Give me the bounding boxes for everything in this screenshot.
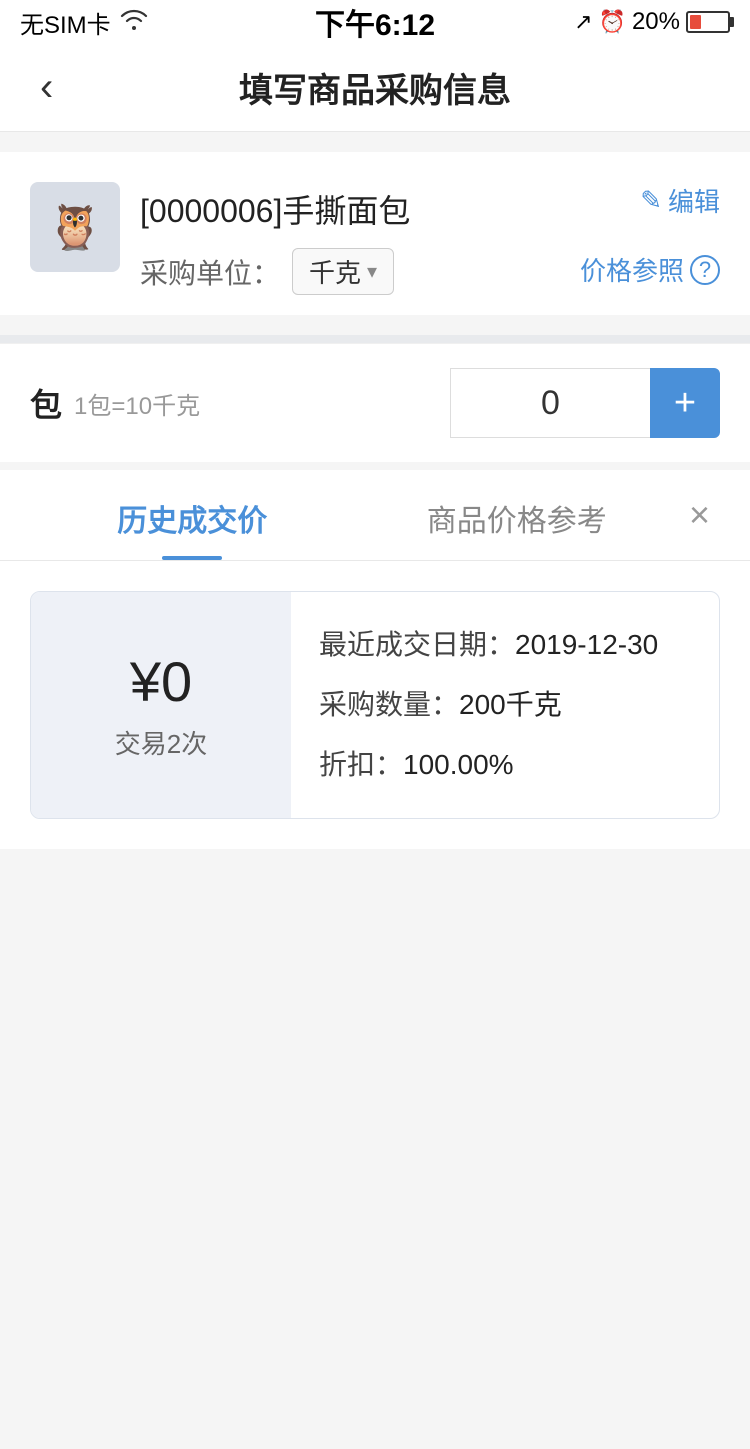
quantity-value: 0 [541, 384, 560, 423]
product-left: 🦉 [0000006]手撕面包 采购单位： 千克 ▾ [30, 182, 410, 295]
tab-history-price[interactable]: 历史成交价 [30, 470, 354, 560]
price-card-right: 最近成交日期：2019-12-30 采购数量：200千克 折扣：100.00% [291, 592, 719, 818]
purchase-qty-row: 采购数量：200千克 [319, 684, 691, 726]
purchase-qty-label: 采购数量： [319, 689, 459, 720]
quantity-label: 包 1包=10千克 [30, 380, 200, 426]
edit-icon: ✎ [640, 185, 662, 216]
tab-close-button[interactable]: × [679, 484, 720, 546]
history-price-content: ¥0 交易2次 最近成交日期：2019-12-30 采购数量：200千克 折扣：… [0, 561, 750, 849]
carrier-label: 无SIM卡 [20, 5, 111, 40]
tabs-row: 历史成交价 商品价格参考 × [0, 470, 750, 561]
tab-product-price-ref[interactable]: 商品价格参考 [354, 470, 678, 560]
price-big: ¥0 [130, 649, 192, 714]
nav-bar: ‹ 填写商品采购信息 [0, 44, 750, 132]
alarm-icon: ⏰ [599, 9, 626, 35]
product-thumbnail: 🦉 [30, 182, 120, 272]
main-body [0, 849, 750, 1449]
price-amount: 0 [161, 650, 192, 713]
tab-history-price-label: 历史成交价 [117, 505, 267, 538]
product-header: 🦉 [0000006]手撕面包 采购单位： 千克 ▾ ✎ 编辑 价格参照 [30, 182, 720, 295]
recent-date-value: 2019-12-30 [515, 629, 658, 660]
unit-select-button[interactable]: 千克 ▾ [292, 248, 394, 295]
chevron-down-icon: ▾ [367, 259, 377, 284]
edit-label: 编辑 [668, 182, 720, 219]
product-name: [0000006]手撕面包 [140, 186, 410, 232]
quantity-input[interactable]: 0 [450, 368, 650, 438]
discount-label: 折扣： [319, 749, 403, 780]
tab-product-price-ref-label: 商品价格参考 [427, 505, 607, 538]
status-time: 下午6:12 [315, 0, 435, 44]
section-divider [0, 335, 750, 343]
recent-date-row: 最近成交日期：2019-12-30 [319, 624, 691, 666]
product-info: [0000006]手撕面包 采购单位： 千克 ▾ [140, 182, 410, 295]
quantity-conversion: 1包=10千克 [74, 386, 200, 421]
quantity-unit: 包 [30, 380, 62, 426]
recent-date-label: 最近成交日期： [319, 629, 515, 660]
status-right: ↗ ⏰ 20% [574, 8, 730, 36]
edit-button[interactable]: ✎ 编辑 [640, 182, 720, 219]
purchase-qty-value: 200千克 [459, 689, 562, 720]
status-bar: 无SIM卡 下午6:12 ↗ ⏰ 20% [0, 0, 750, 44]
price-card-left: ¥0 交易2次 [31, 592, 291, 818]
product-image-icon: 🦉 [48, 201, 103, 253]
battery-icon [686, 11, 730, 33]
page-title: 填写商品采购信息 [239, 63, 511, 112]
yen-symbol: ¥ [130, 650, 161, 713]
back-button[interactable]: ‹ [30, 55, 63, 120]
price-ref-button[interactable]: 价格参照 ? [580, 251, 720, 288]
location-icon: ↗ [574, 9, 592, 35]
price-trades: 交易2次 [115, 724, 207, 761]
tab-panel: 历史成交价 商品价格参考 × ¥0 交易2次 最近成交日期：2019-12-30… [0, 470, 750, 849]
quantity-plus-button[interactable]: + [650, 368, 720, 438]
quantity-row: 包 1包=10千克 0 + [0, 343, 750, 462]
battery-percent: 20% [632, 8, 680, 36]
plus-icon: + [674, 382, 696, 425]
status-left: 无SIM卡 [20, 5, 149, 40]
unit-label: 采购单位： [140, 252, 280, 292]
unit-value: 千克 [309, 253, 361, 290]
product-card: 🦉 [0000006]手撕面包 采购单位： 千克 ▾ ✎ 编辑 价格参照 [0, 152, 750, 315]
discount-value: 100.00% [403, 749, 514, 780]
discount-row: 折扣：100.00% [319, 744, 691, 786]
product-right: ✎ 编辑 价格参照 ? [580, 182, 720, 288]
price-ref-label: 价格参照 [580, 251, 684, 288]
quantity-control: 0 + [450, 368, 720, 438]
price-card: ¥0 交易2次 最近成交日期：2019-12-30 采购数量：200千克 折扣：… [30, 591, 720, 819]
product-unit-row: 采购单位： 千克 ▾ [140, 248, 410, 295]
help-icon: ? [690, 255, 720, 285]
wifi-icon [119, 8, 149, 37]
